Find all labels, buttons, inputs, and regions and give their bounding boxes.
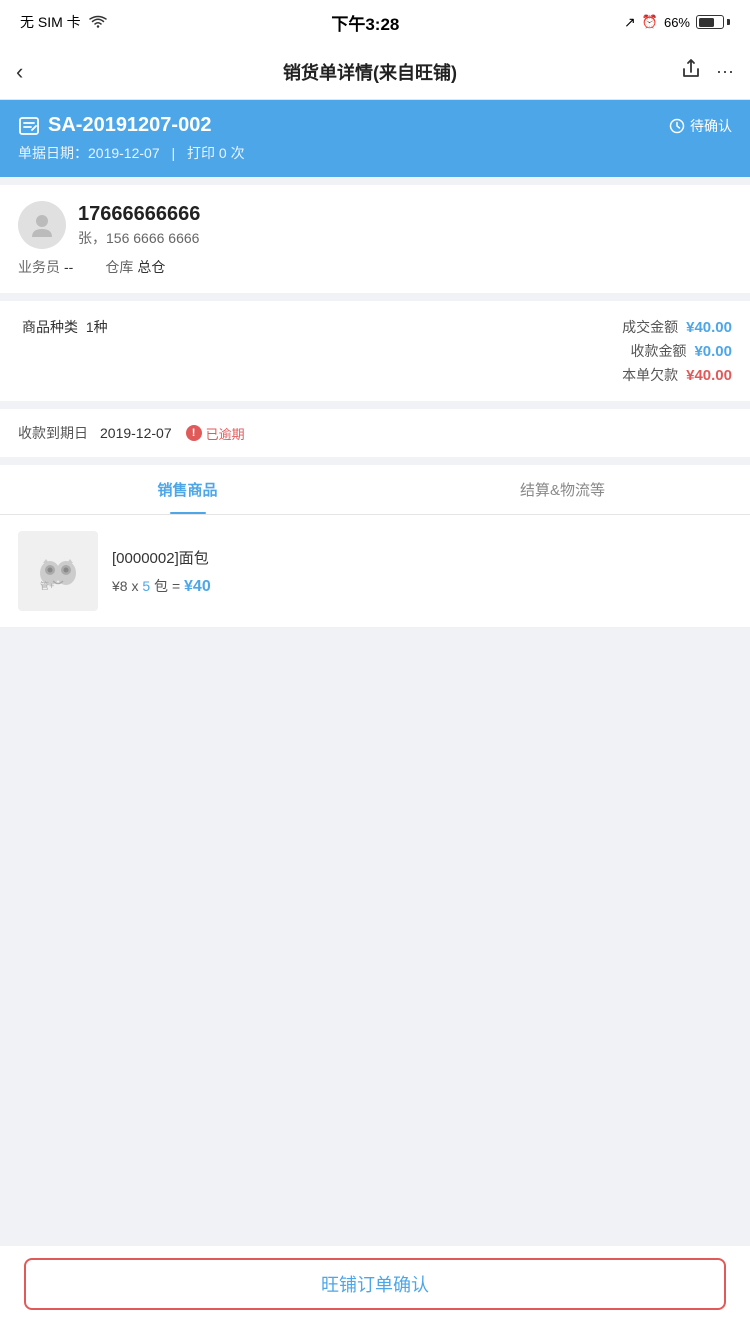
product-name: [0000002]面包 [112, 547, 732, 568]
tab-products[interactable]: 销售商品 [0, 465, 375, 514]
svg-text:管+: 管+ [40, 580, 54, 591]
product-item: 管+ [0000002]面包 ¥8 x 5 包 = ¥40 [0, 515, 750, 628]
status-left: 无 SIM 卡 [20, 12, 107, 32]
carrier-label: 无 SIM 卡 [20, 12, 81, 32]
product-price-row: ¥8 x 5 包 = ¥40 [112, 576, 732, 596]
due-date-section: 收款到期日 2019-12-07 ! 已逾期 [0, 409, 750, 457]
tabs-section: 销售商品 结算&物流等 [0, 465, 750, 515]
warehouse-field: 仓库总仓 [105, 257, 165, 277]
owed-amount-row: 本单欠款 ¥40.00 [622, 365, 732, 385]
order-status: 待确认 [669, 116, 732, 136]
overdue-badge: ! 已逾期 [186, 424, 245, 443]
more-button[interactable]: ··· [716, 61, 734, 82]
battery-icon [696, 15, 730, 29]
status-time: 下午3:28 [331, 10, 399, 35]
content-area [0, 628, 750, 908]
summary-section: 商品种类 1种 成交金额 ¥40.00 收款金额 ¥0.00 本单欠款 ¥40.… [0, 301, 750, 401]
customer-name: 张，156 6666 6666 [78, 228, 200, 248]
product-list: 管+ [0000002]面包 ¥8 x 5 包 = ¥40 [0, 515, 750, 628]
overdue-icon: ! [186, 425, 202, 441]
order-id: SA-20191207-002 [18, 114, 211, 137]
page-title: 销货单详情(来自旺铺) [283, 59, 457, 85]
salesperson-field: 业务员-- [18, 257, 73, 277]
wifi-icon [89, 15, 107, 29]
amount-summary: 成交金额 ¥40.00 收款金额 ¥0.00 本单欠款 ¥40.00 [622, 317, 732, 385]
order-date: 单据日期：2019-12-07 | 打印 0 次 [18, 143, 732, 163]
customer-avatar [18, 201, 66, 249]
order-header: SA-20191207-002 待确认 单据日期：2019-12-07 | 打印… [0, 100, 750, 177]
bottom-section: 旺铺订单确认 [0, 1246, 750, 1334]
product-kind: 商品种类 1种 [18, 317, 108, 337]
product-details: [0000002]面包 ¥8 x 5 包 = ¥40 [112, 547, 732, 596]
deal-amount-row: 成交金额 ¥40.00 [622, 317, 732, 337]
share-button[interactable] [680, 58, 702, 85]
status-bar: 无 SIM 卡 下午3:28 ↗ ⏰ 66% [0, 0, 750, 44]
receipt-amount-row: 收款金额 ¥0.00 [630, 341, 732, 361]
customer-card: 17666666666 张，156 6666 6666 业务员-- 仓库总仓 [0, 185, 750, 293]
deal-amount: ¥40.00 [686, 319, 732, 336]
back-button[interactable]: ‹ [16, 59, 60, 85]
receipt-amount: ¥0.00 [694, 343, 732, 360]
clock-icon [669, 118, 685, 134]
order-icon [18, 115, 40, 137]
nav-bar: ‹ 销货单详情(来自旺铺) ··· [0, 44, 750, 100]
status-right: ↗ ⏰ 66% [624, 14, 730, 31]
alarm-icon: ⏰ [642, 14, 658, 30]
customer-phone: 17666666666 [78, 203, 200, 226]
tab-settlement[interactable]: 结算&物流等 [375, 465, 750, 514]
product-thumbnail: 管+ [18, 531, 98, 611]
owed-amount: ¥40.00 [686, 367, 732, 384]
battery-percent: 66% [664, 15, 690, 30]
location-icon: ↗ [624, 14, 636, 31]
nav-actions: ··· [680, 58, 734, 85]
confirm-button[interactable]: 旺铺订单确认 [24, 1258, 726, 1310]
